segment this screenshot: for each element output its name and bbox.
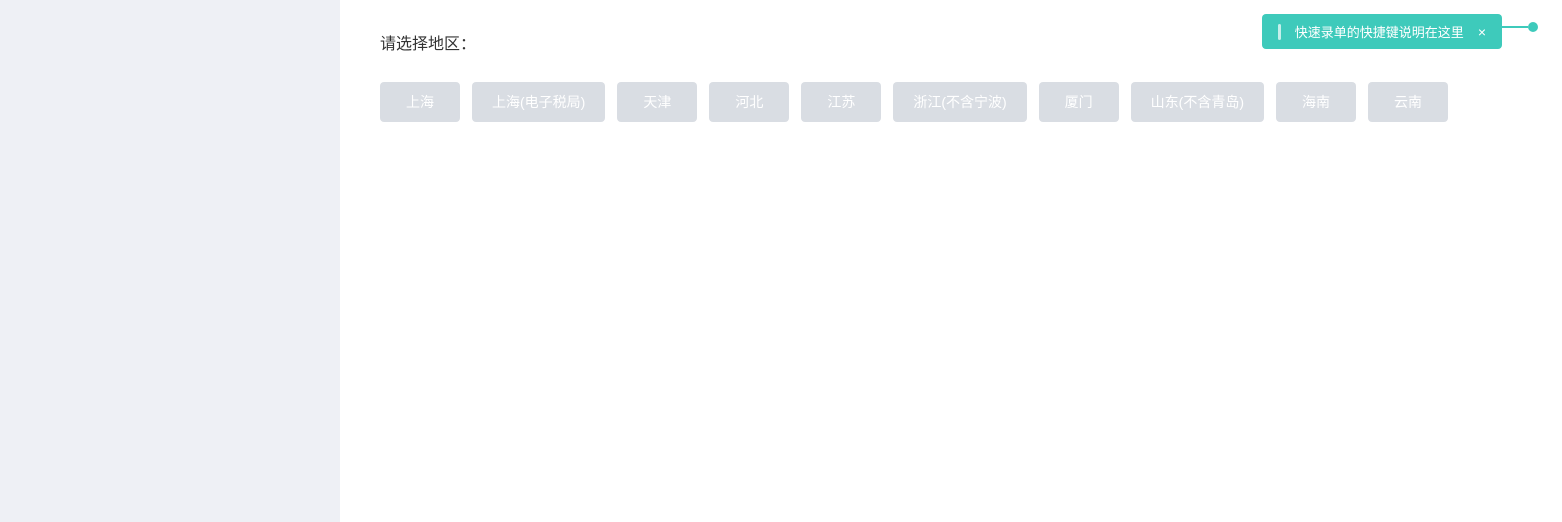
region-button-hainan[interactable]: 海南 xyxy=(1276,82,1356,122)
region-button-hebei[interactable]: 河北 xyxy=(709,82,789,122)
tooltip-banner: 快速录单的快捷键说明在这里 × xyxy=(1262,14,1502,49)
region-buttons-container: 上海上海(电子税局) 天津河北江苏浙江(不含宁波) 厦门 山东(不含青岛) 海南云南 xyxy=(380,82,1522,134)
region-row-1: 上海上海(电子税局) 天津河北江苏浙江(不含宁波) 厦门 xyxy=(380,82,1119,122)
region-button-shanghai-etax[interactable]: 上海(电子税局) xyxy=(472,82,605,122)
tooltip-dot xyxy=(1528,22,1538,32)
region-button-shandong[interactable]: 山东(不含青岛) xyxy=(1131,82,1264,122)
tooltip-text: 快速录单的快捷键说明在这里 xyxy=(1295,22,1464,41)
region-button-yunnan[interactable]: 云南 xyxy=(1368,82,1448,122)
region-button-xiamen[interactable]: 厦门 xyxy=(1039,82,1119,122)
tooltip-line xyxy=(1492,26,1528,28)
main-content: 请选择地区： 上海上海(电子税局)天津河北江苏浙江(不含宁波)厦门 山东(不含青… xyxy=(340,0,1562,522)
region-button-zhejiang[interactable]: 浙江(不含宁波) xyxy=(893,82,1026,122)
left-sidebar xyxy=(0,0,340,522)
region-row-2: 山东(不含青岛) 海南云南 xyxy=(1131,82,1448,122)
region-button-jiangsu[interactable]: 江苏 xyxy=(801,82,881,122)
region-button-shanghai[interactable]: 上海 xyxy=(380,82,460,122)
region-button-tianjin[interactable]: 天津 xyxy=(617,82,697,122)
tooltip-close-button[interactable]: × xyxy=(1478,24,1486,40)
